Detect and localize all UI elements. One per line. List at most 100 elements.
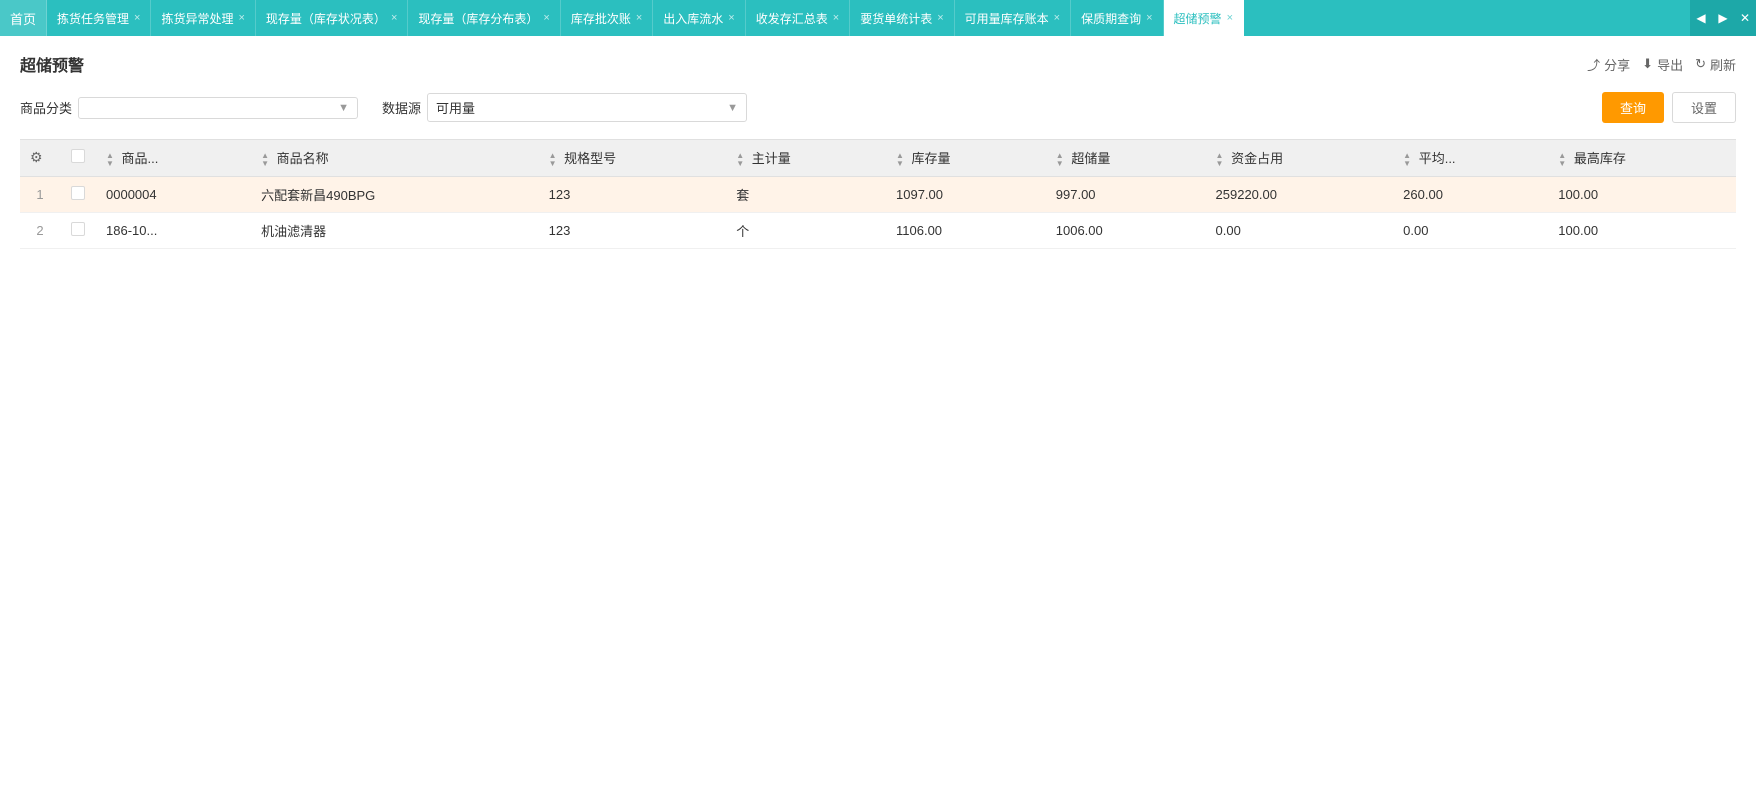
sort-icon: ▲▼ bbox=[1216, 152, 1224, 168]
close-tab-inventory-dist[interactable]: × bbox=[543, 12, 549, 24]
row-spec: 123 bbox=[539, 212, 727, 248]
nav-tab-inventory-dist[interactable]: 现存量（库存分布表）× bbox=[408, 0, 560, 36]
nav-tab-task-mgmt[interactable]: 拣货任务管理× bbox=[47, 0, 151, 36]
nav-arrows: ◀ ▶ ✕ bbox=[1690, 0, 1756, 36]
nav-tab-home[interactable]: 首页 bbox=[0, 0, 47, 36]
row-product-code: 186-10... bbox=[96, 212, 251, 248]
row-checkbox[interactable] bbox=[71, 222, 85, 236]
sort-icon: ▲▼ bbox=[549, 152, 557, 168]
th-gear[interactable]: ⚙ bbox=[20, 140, 60, 177]
nav-next-arrow[interactable]: ▶ bbox=[1712, 0, 1734, 36]
th-avg[interactable]: ▲▼ 平均... bbox=[1393, 140, 1548, 177]
refresh-btn[interactable]: ↻ 刷新 bbox=[1695, 55, 1736, 74]
sort-icon: ▲▼ bbox=[261, 152, 269, 168]
close-tab-quality-check[interactable]: × bbox=[1146, 12, 1152, 24]
sort-icon: ▲▼ bbox=[736, 152, 744, 168]
sort-icon: ▲▼ bbox=[106, 152, 114, 168]
sort-icon: ▲▼ bbox=[1558, 152, 1566, 168]
table-header: ⚙ ▲▼ 商品... ▲▼ 商品名称 ▲▼ 规格型号 ▲▼ bbox=[20, 140, 1736, 177]
page-header: 超储预警 ⤴ 分享 ⬇ 导出 ↻ 刷新 bbox=[20, 52, 1736, 76]
datasource-select[interactable]: 可用量 ▼ bbox=[427, 93, 747, 122]
row-product-name: 机油滤清器 bbox=[251, 212, 538, 248]
export-btn[interactable]: ⬇ 导出 bbox=[1642, 55, 1683, 74]
table-header-row: ⚙ ▲▼ 商品... ▲▼ 商品名称 ▲▼ 规格型号 ▲▼ bbox=[20, 140, 1736, 177]
row-product-name: 六配套新昌490BPG bbox=[251, 176, 538, 212]
row-checkbox[interactable] bbox=[71, 186, 85, 200]
th-overstock[interactable]: ▲▼ 超储量 bbox=[1046, 140, 1206, 177]
row-unit: 套 bbox=[726, 176, 886, 212]
filter-row: 商品分类 ▼ 数据源 可用量 ▼ 查询 设置 bbox=[20, 92, 1736, 123]
th-product-name[interactable]: ▲▼ 商品名称 bbox=[251, 140, 538, 177]
th-stock[interactable]: ▲▼ 库存量 bbox=[886, 140, 1046, 177]
main-content: 超储预警 ⤴ 分享 ⬇ 导出 ↻ 刷新 商品分类 ▼ 数据源 bbox=[0, 36, 1756, 800]
close-tab-exception[interactable]: × bbox=[238, 12, 244, 24]
share-btn[interactable]: ⤴ 分享 bbox=[1587, 55, 1630, 74]
th-unit[interactable]: ▲▼ 主计量 bbox=[726, 140, 886, 177]
row-num: 1 bbox=[20, 176, 60, 212]
sort-icon: ▲▼ bbox=[896, 152, 904, 168]
table-row: 1 0000004 六配套新昌490BPG 123 套 1097.00 997.… bbox=[20, 176, 1736, 212]
export-icon: ⬇ bbox=[1642, 56, 1653, 72]
header-actions: ⤴ 分享 ⬇ 导出 ↻ 刷新 bbox=[1587, 55, 1736, 74]
row-check[interactable] bbox=[60, 176, 96, 212]
close-tab-collect-summary[interactable]: × bbox=[833, 12, 839, 24]
category-select-arrow: ▼ bbox=[338, 102, 349, 114]
close-tab-overstock-alert[interactable]: × bbox=[1227, 12, 1233, 24]
row-check[interactable] bbox=[60, 212, 96, 248]
row-capital-occ: 259220.00 bbox=[1206, 176, 1394, 212]
close-tab-task-mgmt[interactable]: × bbox=[134, 12, 140, 24]
close-tab-inout-flow[interactable]: × bbox=[728, 12, 734, 24]
row-stock: 1106.00 bbox=[886, 212, 1046, 248]
row-avg: 0.00 bbox=[1393, 212, 1548, 248]
row-capital-occ: 0.00 bbox=[1206, 212, 1394, 248]
refresh-icon: ↻ bbox=[1695, 56, 1706, 72]
datasource-filter: 数据源 可用量 ▼ bbox=[382, 93, 747, 122]
table-body: 1 0000004 六配套新昌490BPG 123 套 1097.00 997.… bbox=[20, 176, 1736, 248]
row-stock: 1097.00 bbox=[886, 176, 1046, 212]
nav-tab-quality-check[interactable]: 保质期查询× bbox=[1071, 0, 1163, 36]
nav-tab-available-account[interactable]: 可用量库存账本× bbox=[955, 0, 1071, 36]
row-unit: 个 bbox=[726, 212, 886, 248]
row-spec: 123 bbox=[539, 176, 727, 212]
nav-prev-arrow[interactable]: ◀ bbox=[1690, 0, 1712, 36]
datasource-select-arrow: ▼ bbox=[727, 102, 738, 114]
row-num: 2 bbox=[20, 212, 60, 248]
row-max-stock: 100.00 bbox=[1548, 176, 1736, 212]
datasource-label: 数据源 bbox=[382, 98, 421, 117]
close-tab-batch-account[interactable]: × bbox=[636, 12, 642, 24]
row-overstock: 1006.00 bbox=[1046, 212, 1206, 248]
th-check bbox=[60, 140, 96, 177]
datasource-select-value: 可用量 bbox=[436, 98, 475, 117]
th-product-code[interactable]: ▲▼ 商品... bbox=[96, 140, 251, 177]
close-tab-inventory-status[interactable]: × bbox=[391, 12, 397, 24]
share-icon: ⤴ bbox=[1587, 55, 1600, 74]
nav-tab-inventory-status[interactable]: 现存量（库存状况表）× bbox=[256, 0, 408, 36]
th-spec[interactable]: ▲▼ 规格型号 bbox=[539, 140, 727, 177]
th-max-stock[interactable]: ▲▼ 最高库存 bbox=[1548, 140, 1736, 177]
settings-button[interactable]: 设置 bbox=[1672, 92, 1736, 123]
nav-tab-order-stats[interactable]: 要货单统计表× bbox=[850, 0, 954, 36]
top-nav: 首页拣货任务管理×拣货异常处理×现存量（库存状况表）×现存量（库存分布表）×库存… bbox=[0, 0, 1756, 36]
row-avg: 260.00 bbox=[1393, 176, 1548, 212]
category-select[interactable]: ▼ bbox=[78, 97, 358, 119]
sort-icon: ▲▼ bbox=[1056, 152, 1064, 168]
row-overstock: 997.00 bbox=[1046, 176, 1206, 212]
select-all-checkbox[interactable] bbox=[71, 149, 85, 163]
close-tab-available-account[interactable]: × bbox=[1054, 12, 1060, 24]
row-max-stock: 100.00 bbox=[1548, 212, 1736, 248]
nav-tab-batch-account[interactable]: 库存批次账× bbox=[561, 0, 653, 36]
page-title: 超储预警 bbox=[20, 52, 84, 76]
nav-tab-overstock-alert[interactable]: 超储预警× bbox=[1164, 0, 1244, 36]
gear-icon[interactable]: ⚙ bbox=[30, 149, 43, 165]
nav-tab-exception[interactable]: 拣货异常处理× bbox=[151, 0, 255, 36]
query-button[interactable]: 查询 bbox=[1602, 92, 1664, 123]
nav-tab-inout-flow[interactable]: 出入库流水× bbox=[653, 0, 745, 36]
nav-close-all[interactable]: ✕ bbox=[1734, 0, 1756, 36]
category-filter: 商品分类 ▼ bbox=[20, 97, 358, 119]
row-product-code: 0000004 bbox=[96, 176, 251, 212]
table-row: 2 186-10... 机油滤清器 123 个 1106.00 1006.00 … bbox=[20, 212, 1736, 248]
th-capital-occ[interactable]: ▲▼ 资金占用 bbox=[1206, 140, 1394, 177]
filter-actions: 查询 设置 bbox=[1602, 92, 1736, 123]
close-tab-order-stats[interactable]: × bbox=[937, 12, 943, 24]
nav-tab-collect-summary[interactable]: 收发存汇总表× bbox=[746, 0, 850, 36]
